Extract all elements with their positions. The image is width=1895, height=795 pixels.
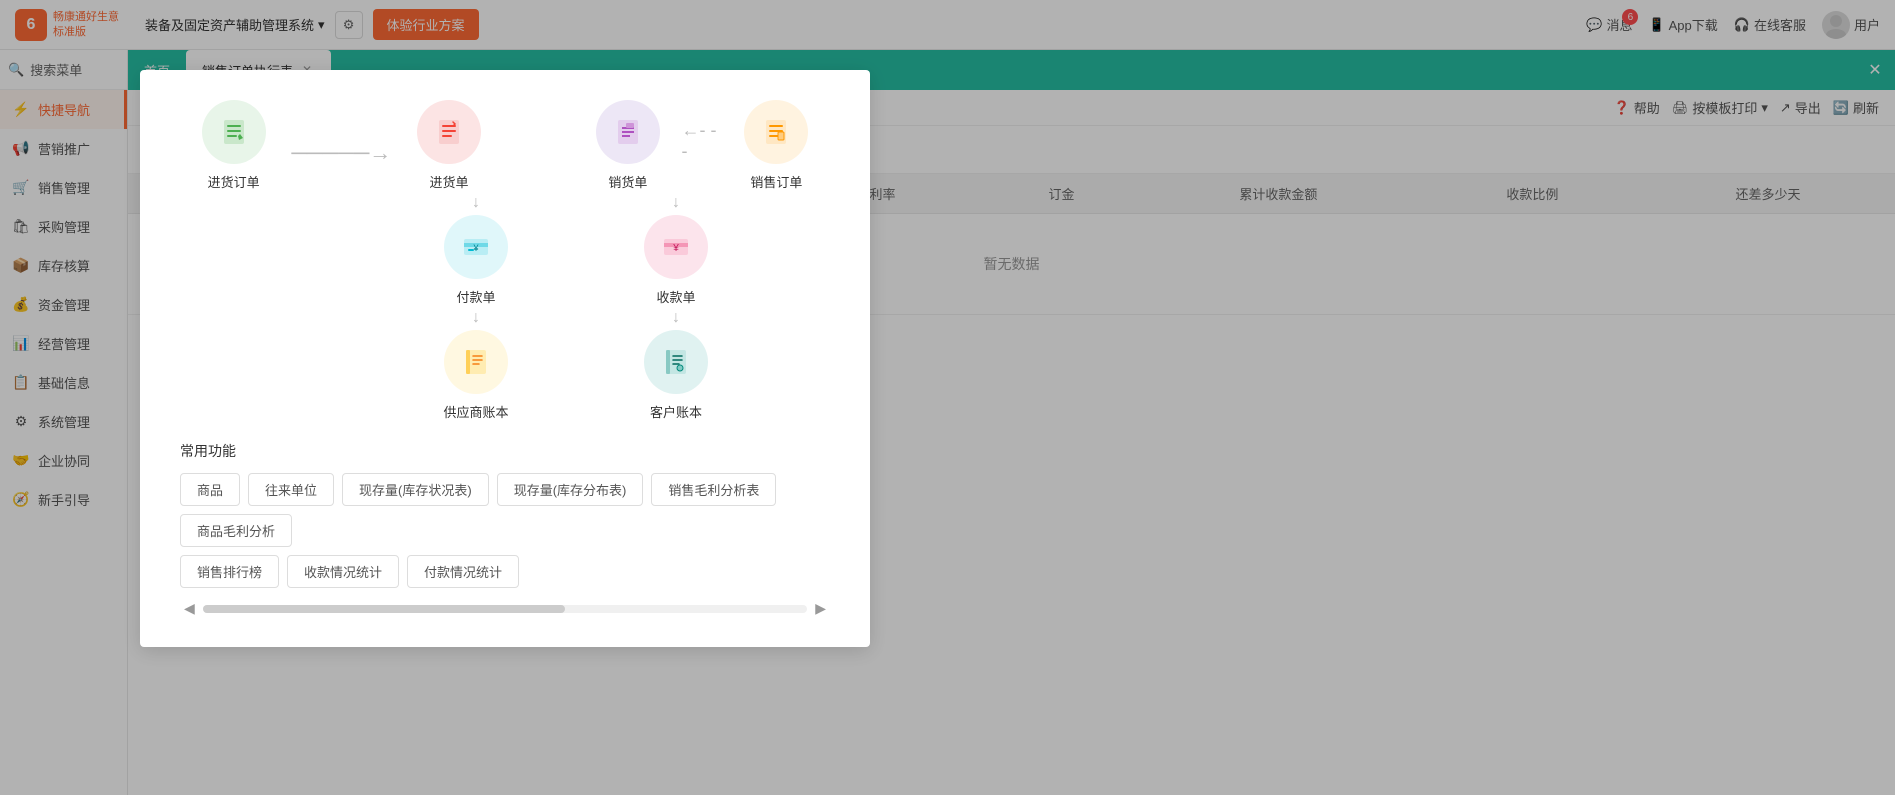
sale-bill-label: 销货单 xyxy=(608,172,647,191)
supplier-ledger-label: 供应商账本 xyxy=(443,402,508,421)
common-functions-title: 常用功能 xyxy=(180,441,830,461)
sale-bill-icon xyxy=(596,100,660,164)
scroll-left-btn[interactable]: ◀ xyxy=(180,600,199,617)
spacer-mid xyxy=(503,100,575,120)
func-btn-stock-status[interactable]: 现存量(库存状况表) xyxy=(342,473,489,506)
func-btn-product-profit[interactable]: 商品毛利分析 xyxy=(180,514,292,547)
flow-row-3: ↓ 供应商账本 xyxy=(180,306,830,421)
modal-scrollbar: ◀ ▶ xyxy=(180,600,830,617)
arrow-purchase-to-bill: ─────→ xyxy=(287,100,395,166)
scroll-right-btn[interactable]: ▶ xyxy=(811,600,830,617)
flow-node-sale-order[interactable]: 销售订单 xyxy=(723,100,830,191)
sale-order-icon xyxy=(744,100,808,164)
purchase-order-label: 进货订单 xyxy=(208,172,260,191)
receipt-icon: ¥ xyxy=(644,215,708,279)
func-btn-product[interactable]: 商品 xyxy=(180,473,240,506)
flow-node-payment[interactable]: ¥ 付款单 xyxy=(416,215,536,306)
function-buttons-row1: 商品 往来单位 现存量(库存状况表) 现存量(库存分布表) 销售毛利分析表 商品… xyxy=(180,473,830,547)
purchase-order-icon xyxy=(202,100,266,164)
func-btn-receipt-stats[interactable]: 收款情况统计 xyxy=(287,555,399,588)
modal-body: 进货订单 ─────→ xyxy=(140,70,870,647)
func-btn-partners[interactable]: 往来单位 xyxy=(248,473,334,506)
purchase-bill-icon xyxy=(417,100,481,164)
func-btn-profit-analysis[interactable]: 销售毛利分析表 xyxy=(651,473,776,506)
flow-node-purchase-order[interactable]: 进货订单 xyxy=(180,100,287,191)
down-arrow-customer: ↓ xyxy=(672,306,680,330)
sale-order-label: 销售订单 xyxy=(750,172,802,191)
modal-overlay[interactable]: 进货订单 ─────→ xyxy=(0,0,1895,795)
down-arrow-receipt: ↓ xyxy=(672,191,680,215)
func-btn-sales-rank[interactable]: 销售排行榜 xyxy=(180,555,279,588)
flow-row-1: 进货订单 ─────→ xyxy=(180,100,830,191)
flow-col-receipt: ↓ ¥ 收款单 xyxy=(616,191,736,306)
flow-col-customer: ↓ 客户账本 xyxy=(616,306,736,421)
payment-icon: ¥ xyxy=(444,215,508,279)
flow-modal: 进货订单 ─────→ xyxy=(140,70,870,647)
flow-arrows-row: ↓ ¥ 付款单 xyxy=(180,191,830,306)
svg-text:¥: ¥ xyxy=(472,243,479,253)
func-btn-stock-dist[interactable]: 现存量(库存分布表) xyxy=(497,473,644,506)
dashed-arrow: ←- - - xyxy=(682,100,723,162)
flow-node-purchase-bill[interactable]: 进货单 xyxy=(395,100,502,191)
flow-col-supplier: ↓ 供应商账本 xyxy=(416,306,536,421)
receipt-label: 收款单 xyxy=(656,287,695,306)
flow-node-customer-ledger[interactable]: 客户账本 xyxy=(616,330,736,421)
scroll-track[interactable] xyxy=(203,605,807,613)
scroll-thumb xyxy=(203,605,566,613)
func-btn-payment-stats[interactable]: 付款情况统计 xyxy=(407,555,519,588)
flow-node-receipt[interactable]: ¥ 收款单 xyxy=(616,215,736,306)
svg-text:¥: ¥ xyxy=(672,243,679,254)
flow-col-payment: ↓ ¥ 付款单 xyxy=(416,191,536,306)
down-arrow-payment: ↓ xyxy=(472,191,480,215)
payment-label: 付款单 xyxy=(456,287,495,306)
common-functions: 常用功能 商品 往来单位 现存量(库存状况表) 现存量(库存分布表) 销售毛利分… xyxy=(180,441,830,588)
customer-ledger-icon xyxy=(644,330,708,394)
customer-ledger-label: 客户账本 xyxy=(650,402,702,421)
supplier-ledger-icon xyxy=(444,330,508,394)
purchase-bill-label: 进货单 xyxy=(429,172,468,191)
function-buttons-row2: 销售排行榜 收款情况统计 付款情况统计 xyxy=(180,555,830,588)
flow-node-supplier-ledger[interactable]: 供应商账本 xyxy=(416,330,536,421)
flow-diagram: 进货订单 ─────→ xyxy=(180,100,830,421)
down-arrow-supplier: ↓ xyxy=(472,306,480,330)
flow-node-sale-bill[interactable]: 销货单 xyxy=(574,100,681,191)
